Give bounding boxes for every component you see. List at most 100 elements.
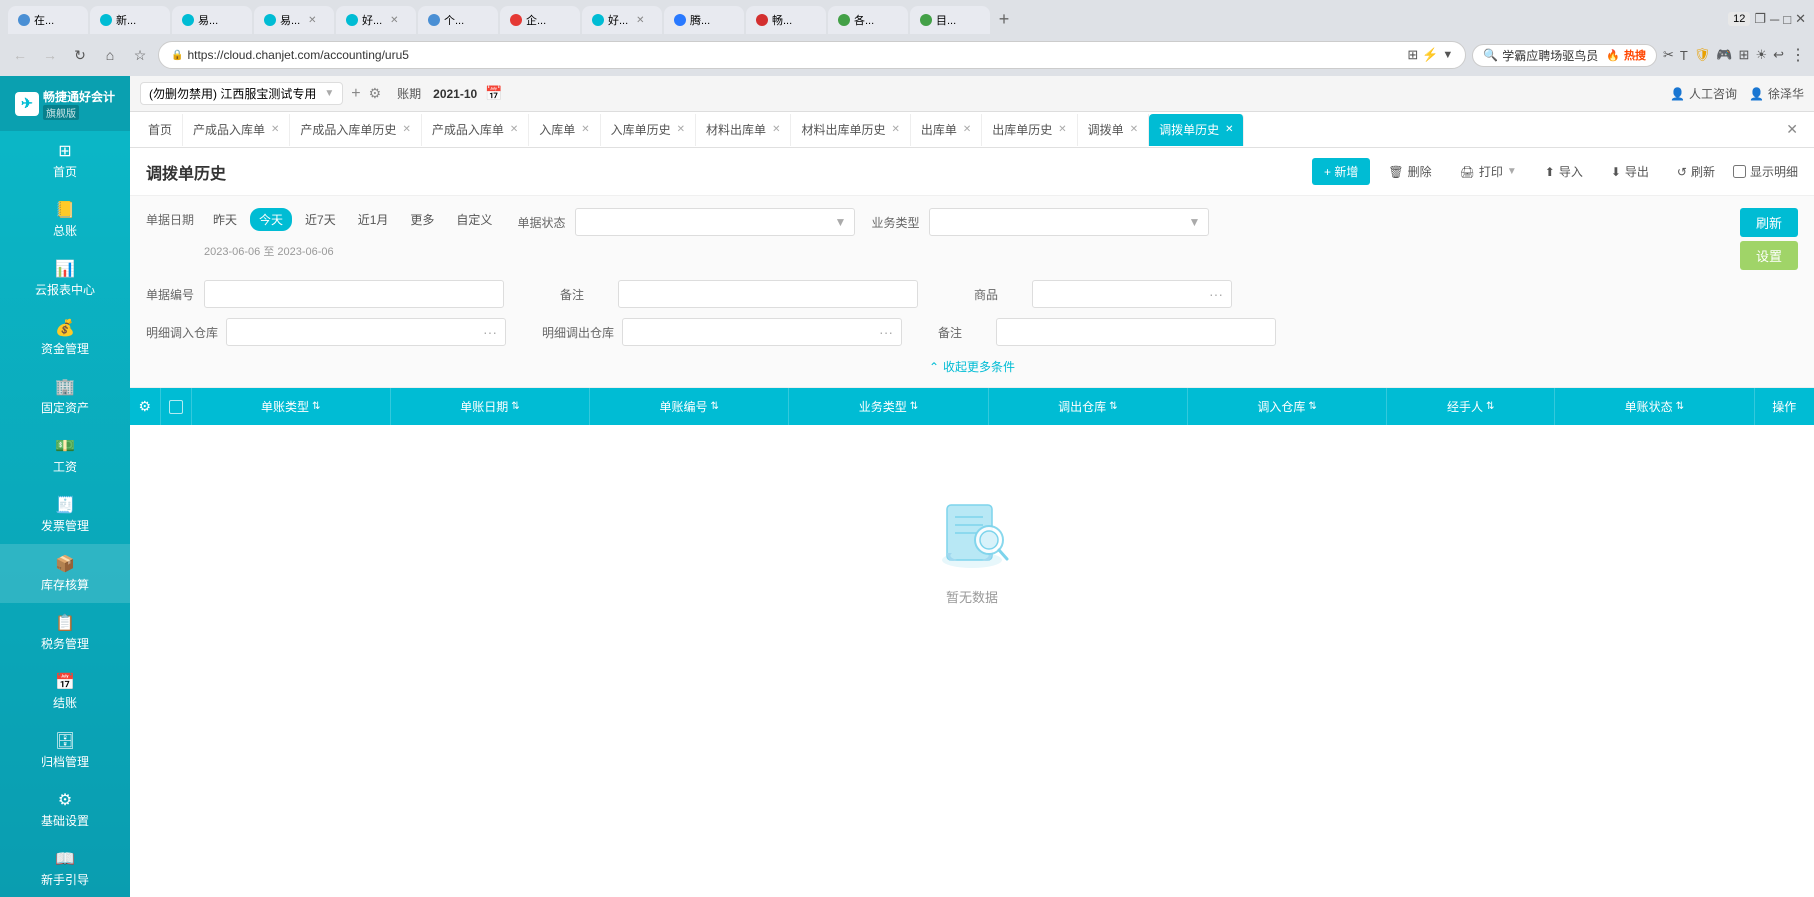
display-checkbox[interactable] [1733,165,1746,178]
tab-close-icon[interactable]: ✕ [677,124,685,135]
sidebar-item-guide[interactable]: 📖 新手引导 [0,839,130,897]
new-tab-button[interactable]: + [992,7,1016,31]
star-button[interactable]: ☆ [128,43,152,67]
biz-type-select[interactable]: ▼ [929,208,1209,236]
browser-tab-3[interactable]: 易... [172,6,252,34]
sidebar-item-report[interactable]: 📊 云报表中心 [0,249,130,308]
gear-icon[interactable]: ⚙ [138,398,151,414]
th-handler[interactable]: 经手人 ⇅ [1387,388,1555,425]
doc-number-input[interactable] [204,280,504,308]
date-btn-today[interactable]: 今天 [250,208,292,231]
export-button[interactable]: ⬇ 导出 [1601,159,1659,184]
display-toggle[interactable]: 显示明细 [1733,163,1798,180]
th-type[interactable]: 单账类型 ⇅ [191,388,390,425]
sidebar-item-home[interactable]: ⊞ 首页 [0,131,130,190]
th-date[interactable]: 单账日期 ⇅ [390,388,589,425]
browser-tab-10[interactable]: 畅... [746,6,826,34]
user-profile-button[interactable]: 👤 徐泽华 [1749,85,1804,102]
window-minimize-icon[interactable]: ─ [1770,12,1779,27]
browser-tab-9[interactable]: 腾... [664,6,744,34]
sidebar-item-tax[interactable]: 📋 税务管理 [0,603,130,662]
tab-material-out[interactable]: 材料出库单 ✕ [696,114,791,146]
company-selector[interactable]: (勿删勿禁用) 江西服宝测试专用 ▼ [140,82,343,105]
sidebar-item-wage[interactable]: 💵 工资 [0,426,130,485]
import-button[interactable]: ⬆ 导入 [1535,159,1593,184]
date-btn-last-month[interactable]: 近1月 [349,208,398,231]
tab-out[interactable]: 出库单 ✕ [911,114,982,146]
date-btn-custom[interactable]: 自定义 [447,208,501,231]
tab-transfer[interactable]: 调拨单 ✕ [1078,114,1149,146]
tab-close-icon[interactable]: ✕ [510,124,518,135]
browser-tab-6[interactable]: 个... [418,6,498,34]
new-button[interactable]: + 新增 [1312,158,1370,185]
tab-product-in2[interactable]: 产成品入库单 ✕ [422,114,529,146]
th-out-warehouse[interactable]: 调出仓库 ⇅ [988,388,1187,425]
translate-icon[interactable]: T [1680,48,1688,63]
tab-close-icon[interactable]: ✕ [402,124,410,135]
window-close-icon[interactable]: ✕ [1795,11,1806,27]
date-btn-yesterday[interactable]: 昨天 [204,208,246,231]
th-status[interactable]: 单账状态 ⇅ [1555,388,1754,425]
game-icon[interactable]: 🎮 [1716,47,1732,63]
th-number[interactable]: 单账编号 ⇅ [590,388,789,425]
sidebar-item-close-account[interactable]: 📅 结账 [0,662,130,721]
forward-button[interactable]: → [38,43,62,67]
delete-button[interactable]: 🗑 删除 [1378,159,1441,184]
tab-close-icon[interactable]: ✕ [772,124,780,135]
tab-close-icon[interactable]: ✕ [1225,124,1233,135]
tab-close-icon[interactable]: ✕ [1058,124,1066,135]
detail-in-ellipsis-icon[interactable]: ··· [483,324,497,340]
th-checkbox[interactable] [160,388,191,425]
th-biz-type[interactable]: 业务类型 ⇅ [789,388,988,425]
browser-tab-7[interactable]: 企... [500,6,580,34]
sidebar-item-archive[interactable]: 🗄 归档管理 [0,721,130,780]
sidebar-item-fixed-assets[interactable]: 🏢 固定资产 [0,367,130,426]
print-button[interactable]: 🖨 打印 ▼ [1450,159,1527,184]
sidebar-item-ledger[interactable]: 📒 总账 [0,190,130,249]
sidebar-item-invoice[interactable]: 🧾 发票管理 [0,485,130,544]
tab-warehouse-in[interactable]: 入库单 ✕ [529,114,600,146]
browser-tab-2[interactable]: 新... [90,6,170,34]
status-select[interactable]: ▼ [575,208,855,236]
browser-tab-5[interactable]: 好... ✕ [336,6,416,34]
query-button[interactable]: 刷新 [1740,208,1798,237]
th-gear[interactable]: ⚙ [130,388,160,425]
menu-icon[interactable]: ⋮ [1790,45,1806,65]
sidebar-item-inventory[interactable]: 📦 库存核算 [0,544,130,603]
print-dropdown-icon[interactable]: ▼ [1507,166,1517,177]
close-icon[interactable]: ✕ [390,15,398,26]
scissors-icon[interactable]: ✂ [1663,47,1674,63]
tab-close-icon[interactable]: ✕ [963,124,971,135]
remark2-input[interactable] [996,318,1276,346]
tab-close-icon[interactable]: ✕ [581,124,589,135]
browser-tab-4[interactable]: 易... ✕ [254,6,334,34]
browser-tab-11[interactable]: 各... [828,6,908,34]
tab-out-history[interactable]: 出库单历史 ✕ [982,114,1077,146]
close-icon[interactable]: ✕ [636,15,644,26]
detail-out-ellipsis-icon[interactable]: ··· [879,324,893,340]
sidebar-item-settings[interactable]: ⚙ 基础设置 [0,780,130,839]
sidebar-item-fund[interactable]: 💰 资金管理 [0,308,130,367]
window-maximize-icon[interactable]: □ [1783,12,1791,27]
date-btn-more[interactable]: 更多 [401,208,443,231]
shield-icon[interactable]: 🛡 [1694,47,1711,63]
grid-icon[interactable]: ⊞ [1739,47,1750,63]
window-restore-icon[interactable]: ❐ [1754,11,1766,27]
back-button[interactable]: ← [8,43,32,67]
collapse-button[interactable]: ⌃ 收起更多条件 [929,358,1015,375]
close-icon[interactable]: ✕ [308,15,316,26]
select-all-checkbox[interactable] [169,400,183,414]
dropdown-icon[interactable]: ▼ [1442,49,1453,61]
settings-button[interactable]: 设置 [1740,241,1798,270]
tab-product-in[interactable]: 产成品入库单 ✕ [183,114,290,146]
add-company-button[interactable]: + [351,85,360,103]
refresh-button[interactable]: ↺ 刷新 [1667,159,1725,184]
settings-icon[interactable]: ⚙ [369,85,382,102]
tab-transfer-history[interactable]: 调拨单历史 ✕ [1149,114,1244,146]
goods-ellipsis-icon[interactable]: ··· [1209,286,1223,302]
history-icon[interactable]: ↩ [1773,47,1784,63]
tab-home[interactable]: 首页 [138,114,183,146]
th-in-warehouse[interactable]: 调入仓库 ⇅ [1187,388,1386,425]
home-button[interactable]: ⌂ [98,43,122,67]
tab-close-icon[interactable]: ✕ [891,124,899,135]
